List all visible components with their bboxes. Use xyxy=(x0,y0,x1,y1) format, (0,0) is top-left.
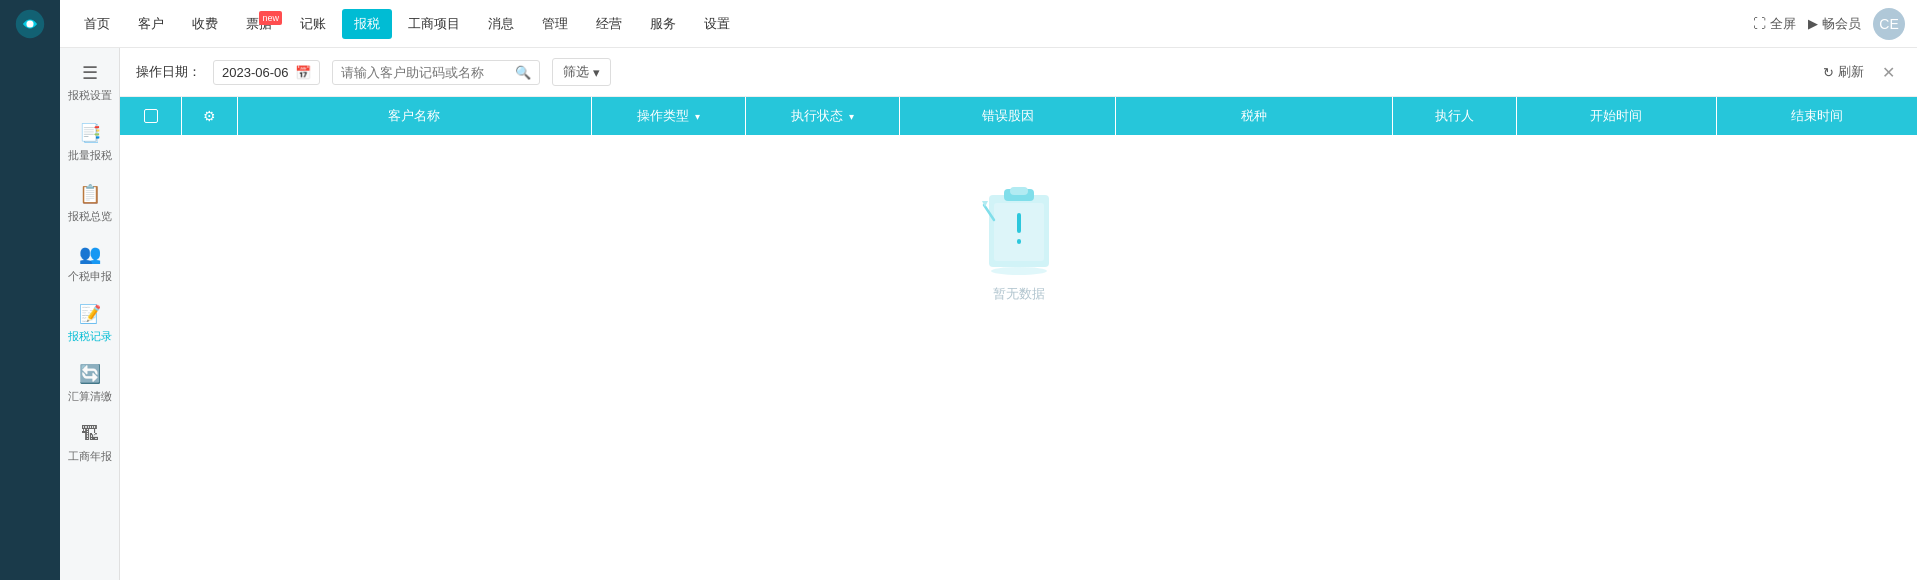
empty-state-row: 暂无数据 xyxy=(120,135,1917,343)
nav-manage[interactable]: 管理 xyxy=(530,9,580,39)
svg-rect-7 xyxy=(1017,239,1021,244)
personal-tax-label: 个税申报 xyxy=(68,269,112,283)
remit-icon: 🔄 xyxy=(79,363,101,385)
sub-annual-report[interactable]: 🏗 工商年报 xyxy=(60,414,120,473)
nav-home[interactable]: 首页 xyxy=(72,9,122,39)
batch-tax-label: 批量报税 xyxy=(68,148,112,162)
empty-state: 暂无数据 xyxy=(120,135,1917,343)
nav-settings[interactable]: 设置 xyxy=(692,9,742,39)
nav-customer[interactable]: 客户 xyxy=(126,9,176,39)
logo xyxy=(0,0,60,48)
th-executor: 执行人 xyxy=(1393,97,1516,135)
tax-settings-icon: ☰ xyxy=(82,62,98,84)
refresh-button[interactable]: ↻ 刷新 xyxy=(1823,63,1864,81)
search-input[interactable] xyxy=(341,65,509,80)
sidebar xyxy=(0,0,60,580)
vip-label: 畅会员 xyxy=(1822,15,1861,33)
status-filter-icon[interactable]: ▾ xyxy=(849,111,854,122)
nav-items: 首页 客户 收费 票据 new 记账 报税 工商项目 消息 管理 经营 服务 设… xyxy=(72,9,1753,39)
table-wrap: ⚙ 客户名称 操作类型 ▾ 执行状态 ▾ 错误股因 xyxy=(120,97,1917,580)
fullscreen-icon: ⛶ xyxy=(1753,16,1766,31)
date-value: 2023-06-06 xyxy=(222,65,289,80)
sub-tax-overview[interactable]: 📋 报税总览 xyxy=(60,173,120,233)
search-box[interactable]: 🔍 xyxy=(332,60,540,85)
main: 首页 客户 收费 票据 new 记账 报税 工商项目 消息 管理 经营 服务 设… xyxy=(60,0,1917,580)
nav-service[interactable]: 服务 xyxy=(638,9,688,39)
filter-label: 筛选 xyxy=(563,63,589,81)
sub-batch-tax[interactable]: 📑 批量报税 xyxy=(60,112,120,172)
empty-illustration xyxy=(974,175,1064,275)
topnav-right: ⛶ 全屏 ▶ 畅会员 CE xyxy=(1753,8,1905,40)
nav-invoice[interactable]: 票据 new xyxy=(234,9,284,39)
optype-filter-icon[interactable]: ▾ xyxy=(695,111,700,122)
topnav: 首页 客户 收费 票据 new 记账 报税 工商项目 消息 管理 经营 服务 设… xyxy=(60,0,1917,48)
svg-rect-5 xyxy=(1010,187,1028,195)
th-check xyxy=(120,97,182,135)
close-button[interactable]: ✕ xyxy=(1876,61,1901,84)
batch-tax-icon: 📑 xyxy=(79,122,101,144)
sub-remit[interactable]: 🔄 汇算清缴 xyxy=(60,353,120,413)
empty-text: 暂无数据 xyxy=(993,285,1045,303)
nav-operate[interactable]: 经营 xyxy=(584,9,634,39)
content: ☰ 报税设置 📑 批量报税 📋 报税总览 👥 个税申报 📝 报税记录 🔄 xyxy=(60,48,1917,580)
fullscreen-btn[interactable]: ⛶ 全屏 xyxy=(1753,15,1796,33)
svg-rect-6 xyxy=(1017,213,1021,233)
svg-point-10 xyxy=(991,267,1047,275)
page-area: 操作日期： 2023-06-06 📅 🔍 筛选 ▾ ↻ 刷新 xyxy=(120,48,1917,580)
empty-state-cell: 暂无数据 xyxy=(120,135,1917,343)
tax-overview-label: 报税总览 xyxy=(68,209,112,223)
sub-personal-tax[interactable]: 👥 个税申报 xyxy=(60,233,120,293)
sub-tax-settings[interactable]: ☰ 报税设置 xyxy=(60,52,120,112)
annual-report-label: 工商年报 xyxy=(68,449,112,463)
th-end: 结束时间 xyxy=(1717,97,1917,135)
th-start: 开始时间 xyxy=(1516,97,1716,135)
calendar-icon: 📅 xyxy=(295,65,311,80)
nav-account[interactable]: 记账 xyxy=(288,9,338,39)
nav-message[interactable]: 消息 xyxy=(476,9,526,39)
avatar[interactable]: CE xyxy=(1873,8,1905,40)
data-table: ⚙ 客户名称 操作类型 ▾ 执行状态 ▾ 错误股因 xyxy=(120,97,1917,343)
tax-settings-label: 报税设置 xyxy=(68,88,112,102)
refresh-icon: ↻ xyxy=(1823,65,1834,80)
nav-tax[interactable]: 报税 xyxy=(342,9,392,39)
table-body: 暂无数据 xyxy=(120,135,1917,343)
th-tax: 税种 xyxy=(1116,97,1393,135)
vip-icon: ▶ xyxy=(1808,16,1818,31)
toolbar: 操作日期： 2023-06-06 📅 🔍 筛选 ▾ ↻ 刷新 xyxy=(120,48,1917,97)
th-name: 客户名称 xyxy=(237,97,591,135)
tax-overview-icon: 📋 xyxy=(79,183,101,205)
settings-icon[interactable]: ⚙ xyxy=(190,108,228,124)
refresh-label: 刷新 xyxy=(1838,63,1864,81)
date-label: 操作日期： xyxy=(136,63,201,81)
select-all-checkbox[interactable] xyxy=(144,109,158,123)
th-optype: 操作类型 ▾ xyxy=(592,97,746,135)
nav-fee[interactable]: 收费 xyxy=(180,9,230,39)
nav-business[interactable]: 工商项目 xyxy=(396,9,472,39)
th-status: 执行状态 ▾ xyxy=(746,97,900,135)
remit-label: 汇算清缴 xyxy=(68,389,112,403)
vip-btn[interactable]: ▶ 畅会员 xyxy=(1808,15,1861,33)
chevron-down-icon: ▾ xyxy=(593,65,600,80)
th-settings: ⚙ xyxy=(182,97,237,135)
new-badge: new xyxy=(259,11,282,25)
filter-button[interactable]: 筛选 ▾ xyxy=(552,58,611,86)
svg-point-1 xyxy=(26,20,33,27)
annual-report-icon: 🏗 xyxy=(81,424,99,445)
fullscreen-label: 全屏 xyxy=(1770,15,1796,33)
tax-record-label: 报税记录 xyxy=(68,329,112,343)
table-header-row: ⚙ 客户名称 操作类型 ▾ 执行状态 ▾ 错误股因 xyxy=(120,97,1917,135)
svg-marker-9 xyxy=(982,201,988,207)
tax-record-icon: 📝 xyxy=(79,303,101,325)
sub-sidebar: ☰ 报税设置 📑 批量报税 📋 报税总览 👥 个税申报 📝 报税记录 🔄 xyxy=(60,48,120,580)
th-error: 错误股因 xyxy=(900,97,1116,135)
date-picker[interactable]: 2023-06-06 📅 xyxy=(213,60,320,85)
sub-tax-record[interactable]: 📝 报税记录 xyxy=(60,293,120,353)
personal-tax-icon: 👥 xyxy=(79,243,101,265)
search-icon: 🔍 xyxy=(515,65,531,80)
